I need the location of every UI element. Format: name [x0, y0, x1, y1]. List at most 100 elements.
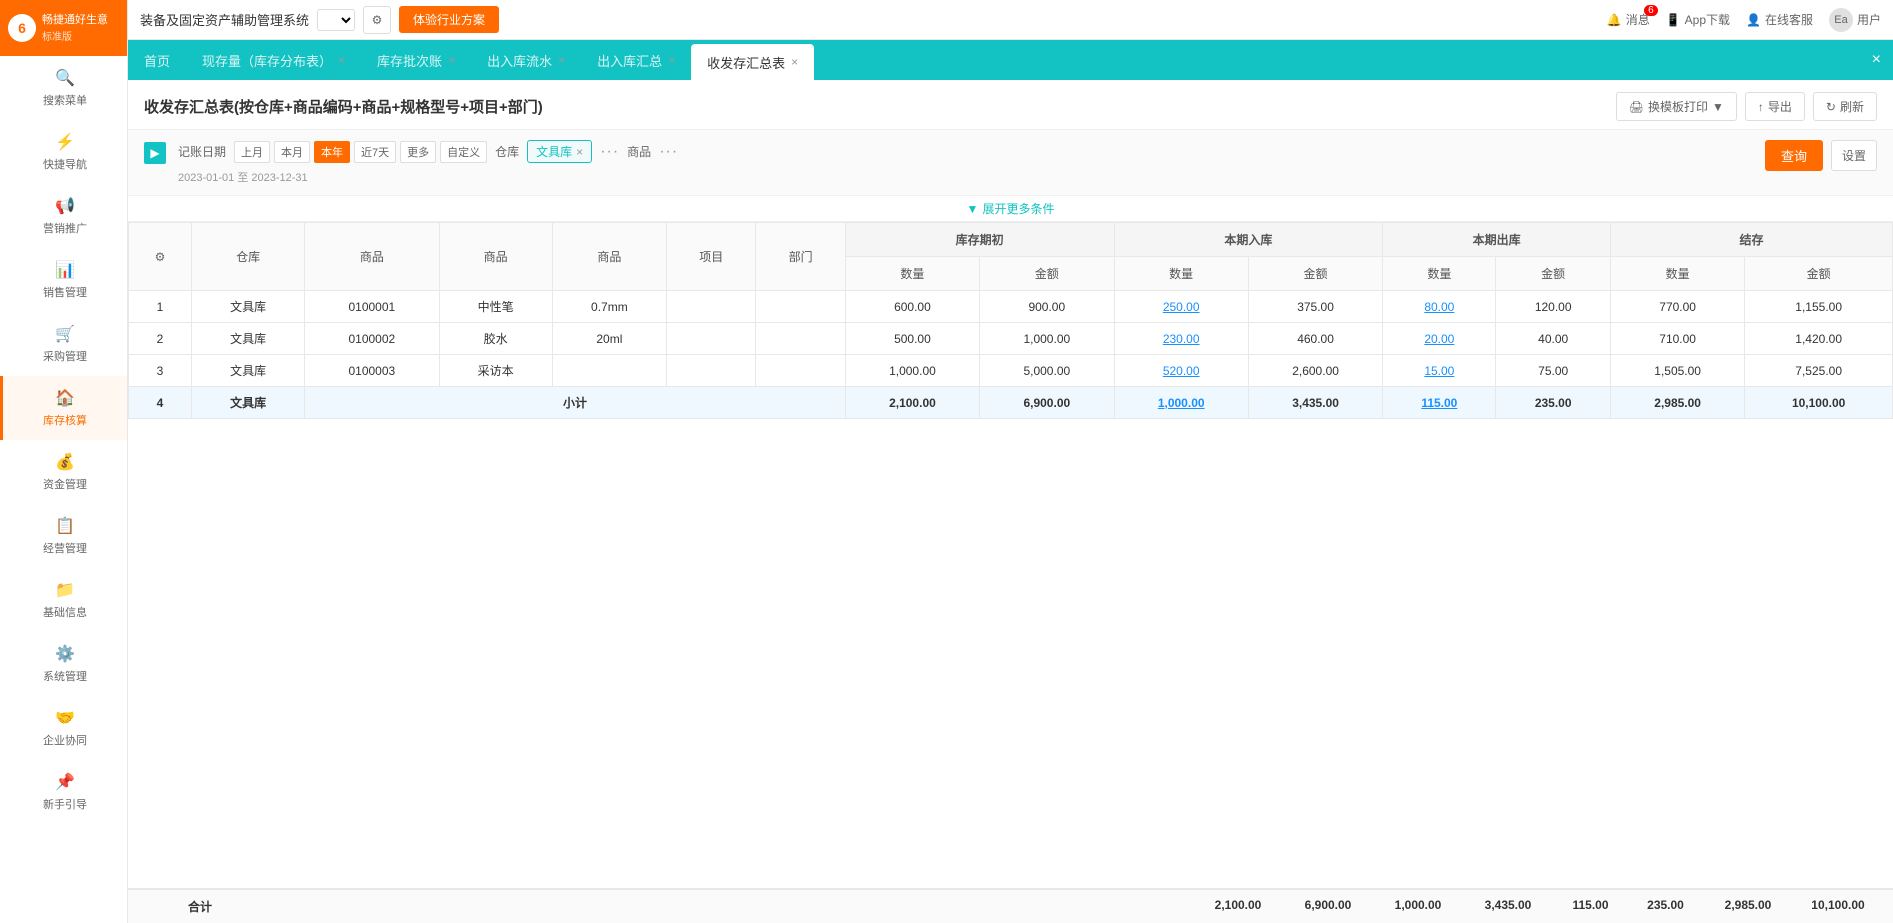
download-icon: 📱	[1666, 13, 1681, 27]
closing-group-header: 结存	[1610, 223, 1892, 257]
row-closing-amt: 1,420.00	[1745, 323, 1893, 355]
guide-icon: 📌	[55, 772, 75, 792]
footer-out-qty: 115.00	[1553, 898, 1628, 915]
sidebar-item-marketing[interactable]: 📢营销推广	[0, 184, 127, 248]
top-bar-right: 🔔 消息 6 📱 App下载 👤 在线客服 Ea 用户	[1607, 8, 1881, 32]
date-btn-更多[interactable]: 更多	[400, 141, 436, 163]
warehouse-filter-label: 仓库	[495, 143, 519, 160]
search-icon: 🔍	[55, 68, 75, 88]
row-out-amt: 75.00	[1496, 355, 1611, 387]
row-out-amt: 40.00	[1496, 323, 1611, 355]
subtotal-opening-qty: 2,100.00	[845, 387, 979, 419]
tab-close-icon[interactable]: ×	[791, 55, 798, 69]
purchase-icon: 🛒	[55, 324, 75, 344]
date-buttons: 上月本月本年近7天更多自定义	[234, 141, 487, 163]
goods-more-button[interactable]: ···	[659, 143, 678, 161]
tab-batch-account[interactable]: 库存批次账×	[361, 40, 471, 80]
trial-button[interactable]: 体验行业方案	[399, 6, 499, 33]
system-select[interactable]	[317, 9, 355, 31]
print-template-button[interactable]: 🖨 换模板打印 ▼	[1616, 92, 1737, 121]
user-menu-button[interactable]: Ea 用户	[1829, 8, 1881, 32]
notifications-button[interactable]: 🔔 消息 6	[1607, 11, 1650, 28]
sidebar-item-purchase[interactable]: 🛒采购管理	[0, 312, 127, 376]
sidebar-item-enterprise[interactable]: 🤝企业协同	[0, 696, 127, 760]
row-department	[756, 323, 845, 355]
settings-button[interactable]: ⚙	[363, 6, 391, 34]
warehouse-tag-close[interactable]: ×	[576, 145, 583, 159]
sidebar-logo: 6 畅捷通好生意 标准版	[0, 0, 127, 56]
quick-nav-icon: ⚡	[55, 132, 75, 152]
sidebar: 6 畅捷通好生意 标准版 🔍搜索菜单 ⚡ 快捷导航 📢营销推广📊销售管理🛒采购管理🏠库…	[0, 0, 128, 923]
sidebar-item-system[interactable]: ⚙️系统管理	[0, 632, 127, 696]
row-opening-qty: 1,000.00	[845, 355, 979, 387]
date-filter-row: 记账日期 上月本月本年近7天更多自定义 仓库 文具库 × ··· 商品	[178, 140, 678, 163]
basic-icon: 📁	[55, 580, 75, 600]
project-column-header: 项目	[667, 223, 756, 291]
tab-close-icon[interactable]: ×	[448, 53, 455, 67]
tab-close-icon[interactable]: ×	[338, 53, 345, 67]
warehouse-more-button[interactable]: ···	[600, 143, 619, 161]
sidebar-item-guide[interactable]: 📌新手引导	[0, 760, 127, 824]
goods-name-column-header: 商品	[439, 223, 552, 291]
subtotal-in-qty-link[interactable]: 1,000.00	[1158, 396, 1205, 410]
row-in-qty: 230.00	[1114, 323, 1248, 355]
enterprise-icon: 🤝	[55, 708, 75, 728]
in-qty-link[interactable]: 250.00	[1163, 300, 1200, 314]
footer-out-amt: 235.00	[1628, 898, 1703, 915]
out-qty-link[interactable]: 20.00	[1424, 332, 1454, 346]
row-goods-spec	[552, 355, 666, 387]
row-department	[756, 355, 845, 387]
tab-inout-summary[interactable]: 出入库汇总×	[581, 40, 691, 80]
row-opening-qty: 600.00	[845, 291, 979, 323]
export-button[interactable]: ↑ 导出	[1745, 92, 1805, 121]
date-btn-近7天[interactable]: 近7天	[354, 141, 396, 163]
app-download-button[interactable]: 📱 App下载	[1666, 11, 1730, 28]
table-settings-icon[interactable]: ⚙	[155, 250, 166, 264]
tab-close-icon[interactable]: ×	[558, 53, 565, 67]
sidebar-item-sales[interactable]: 📊销售管理	[0, 248, 127, 312]
in-qty-link[interactable]: 520.00	[1163, 364, 1200, 378]
filter-toggle-button[interactable]: ▶	[144, 142, 166, 164]
tab-close-icon[interactable]: ×	[668, 53, 675, 67]
tab-receive-send-summary[interactable]: 收发存汇总表×	[691, 44, 814, 80]
tab-inout-flow[interactable]: 出入库流水×	[471, 40, 581, 80]
online-service-button[interactable]: 👤 在线客服	[1746, 11, 1813, 28]
sidebar-item-search[interactable]: 🔍搜索菜单	[0, 56, 127, 120]
date-btn-本年[interactable]: 本年	[314, 141, 350, 163]
date-btn-本月[interactable]: 本月	[274, 141, 310, 163]
date-btn-上月[interactable]: 上月	[234, 141, 270, 163]
sidebar-item-basic[interactable]: 📁基础信息	[0, 568, 127, 632]
subtotal-closing-amt: 10,100.00	[1745, 387, 1893, 419]
sidebar-item-finance[interactable]: 💰资金管理	[0, 440, 127, 504]
date-btn-自定义[interactable]: 自定义	[440, 141, 487, 163]
notifications-badge: 6	[1644, 5, 1658, 16]
tab-label: 现存量（库存分布表）	[202, 51, 332, 70]
row-warehouse: 文具库	[192, 355, 305, 387]
export-icon: ↑	[1758, 100, 1764, 114]
row-out-qty: 20.00	[1383, 323, 1496, 355]
query-button[interactable]: 查询	[1765, 140, 1823, 171]
sidebar-item-operation[interactable]: 📋经营管理	[0, 504, 127, 568]
tab-inventory-distribution[interactable]: 现存量（库存分布表） ×	[186, 40, 361, 80]
row-opening-amt: 1,000.00	[980, 323, 1114, 355]
filter-settings-button[interactable]: 设置	[1831, 140, 1877, 171]
out-qty-link[interactable]: 80.00	[1424, 300, 1454, 314]
subtotal-out-qty-link[interactable]: 115.00	[1421, 396, 1457, 410]
gear-icon: ⚙	[372, 13, 383, 27]
sidebar-item-inventory[interactable]: 🏠库存核算	[0, 376, 127, 440]
footer-in-amt: 3,435.00	[1463, 898, 1553, 915]
in-qty-link[interactable]: 230.00	[1163, 332, 1200, 346]
logo-title: 畅捷通好生意	[42, 13, 108, 27]
tab-home[interactable]: 首页	[128, 40, 186, 80]
sidebar-item-label: 快捷导航	[43, 156, 87, 172]
expand-conditions-button[interactable]: ▼ 展开更多条件	[967, 200, 1055, 217]
row-out-qty: 15.00	[1383, 355, 1496, 387]
subtotal-warehouse: 文具库	[192, 387, 305, 419]
out-qty-link[interactable]: 15.00	[1424, 364, 1454, 378]
row-no: 2	[129, 323, 192, 355]
refresh-button[interactable]: ↻ 刷新	[1813, 92, 1877, 121]
row-opening-amt: 5,000.00	[980, 355, 1114, 387]
tab-bar-close-button[interactable]: ×	[1872, 51, 1881, 69]
table-footer: 合计 2,100.00 6,900.00 1,000.00 3,435.00 1…	[128, 888, 1893, 923]
sidebar-item-quick-nav[interactable]: ⚡ 快捷导航	[0, 120, 127, 184]
